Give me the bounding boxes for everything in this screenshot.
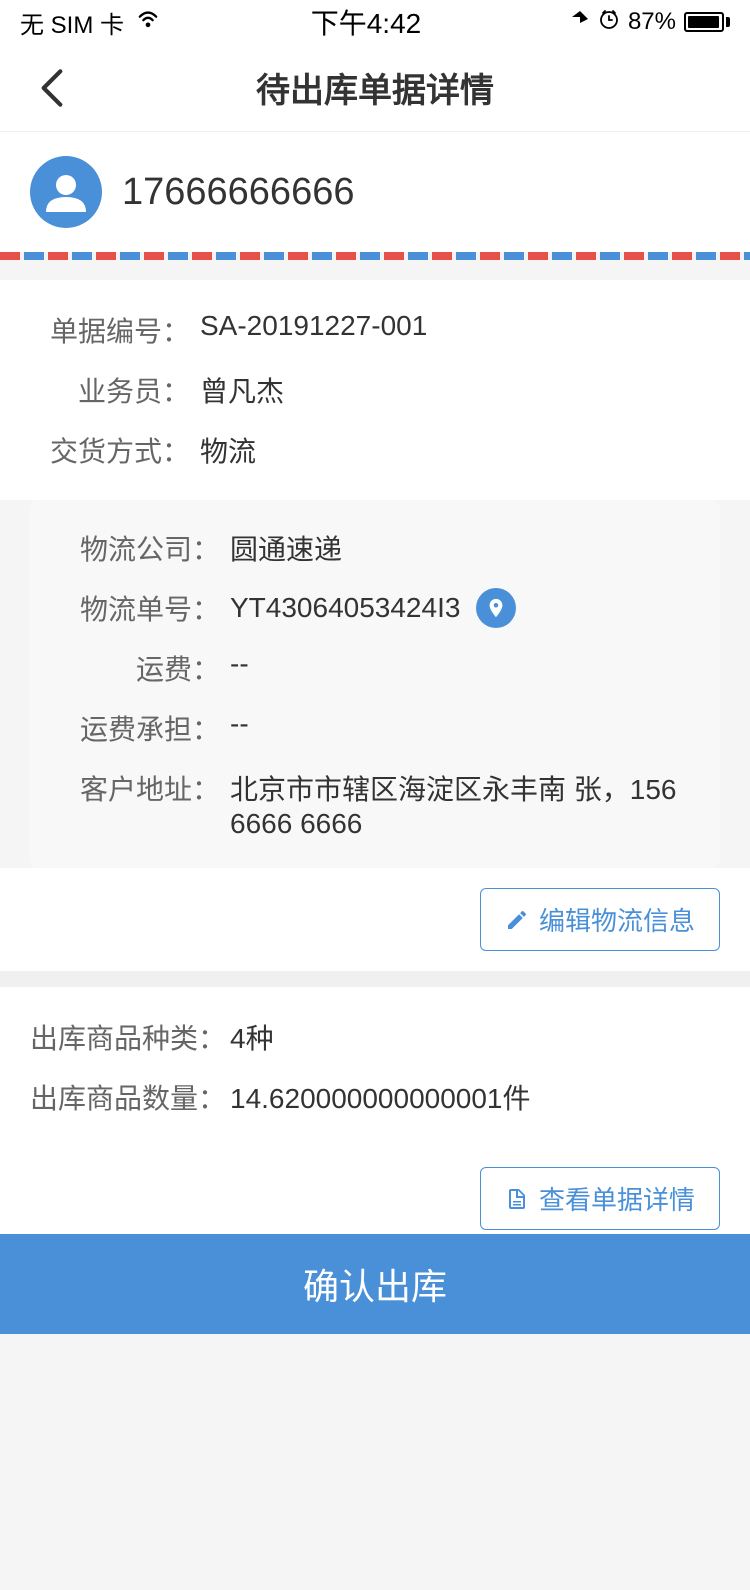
order-no-label: 单据编号： (30, 310, 190, 350)
logistics-company-label: 物流公司： (60, 528, 220, 568)
delivery-value: 物流 (200, 430, 720, 470)
battery-percent: 87% (628, 8, 676, 36)
customer-phone: 17666666666 (122, 171, 354, 214)
goods-quantity-value: 14.620000000000001件 (230, 1077, 531, 1117)
logistics-company-row: 物流公司： 圆通速递 (60, 528, 690, 568)
time-label: 下午4:42 (311, 2, 422, 42)
freight-label: 运费： (60, 648, 220, 688)
address-value: 北京市市辖区海淀区永丰南 张，156 6666 6666 (230, 768, 690, 840)
confirm-outbound-button[interactable]: 确认出库 (0, 1234, 750, 1334)
page-title: 待出库单据详情 (256, 63, 494, 112)
delivery-label: 交货方式： (30, 430, 190, 470)
status-right: 87% (570, 8, 730, 37)
salesman-value: 曾凡杰 (200, 370, 720, 410)
user-icon (41, 167, 91, 217)
location-icon[interactable] (476, 588, 516, 628)
battery-icon (684, 12, 730, 32)
freight-bearer-value: -- (230, 708, 690, 740)
logistics-card: 物流公司： 圆通速递 物流单号： YT43064053424I3 运费： -- … (30, 500, 720, 868)
status-left: 无 SIM 卡 (20, 5, 162, 40)
document-icon (505, 1187, 529, 1211)
salesman-row: 业务员： 曾凡杰 (30, 370, 720, 410)
tracking-value-row: YT43064053424I3 (230, 588, 690, 628)
salesman-label: 业务员： (30, 370, 190, 410)
freight-value: -- (230, 648, 690, 680)
edit-logistics-row: 编辑物流信息 (0, 868, 750, 971)
back-button[interactable] (30, 66, 74, 110)
customer-header: 17666666666 (0, 132, 750, 252)
freight-bearer-row: 运费承担： -- (60, 708, 690, 748)
nav-bar: 待出库单据详情 (0, 44, 750, 132)
goods-types-value: 4种 (230, 1017, 274, 1057)
gray-separator (0, 971, 750, 987)
freight-row: 运费： -- (60, 648, 690, 688)
edit-logistics-button[interactable]: 编辑物流信息 (480, 888, 720, 951)
status-bar: 无 SIM 卡 下午4:42 (0, 0, 750, 44)
view-detail-button[interactable]: 查看单据详情 (480, 1167, 720, 1230)
goods-types-label: 出库商品种类： (30, 1017, 230, 1057)
map-pin-icon (485, 597, 507, 619)
view-detail-label: 查看单据详情 (539, 1180, 695, 1217)
goods-quantity-label: 出库商品数量： (30, 1077, 230, 1117)
edit-icon (505, 908, 529, 932)
order-no-value: SA-20191227-001 (200, 310, 720, 342)
dashed-divider (0, 252, 750, 260)
goods-section: 出库商品种类： 4种 出库商品数量： 14.620000000000001件 (0, 987, 750, 1147)
goods-quantity-row: 出库商品数量： 14.620000000000001件 (30, 1077, 720, 1117)
avatar (30, 156, 102, 228)
tracking-label: 物流单号： (60, 588, 220, 628)
delivery-row: 交货方式： 物流 (30, 430, 720, 470)
address-label: 客户地址： (60, 768, 220, 808)
edit-logistics-label: 编辑物流信息 (539, 901, 695, 938)
wifi-icon (134, 8, 162, 36)
alarm-icon (598, 8, 620, 37)
order-no-row: 单据编号： SA-20191227-001 (30, 310, 720, 350)
carrier-label: 无 SIM 卡 (20, 5, 124, 40)
goods-types-row: 出库商品种类： 4种 (30, 1017, 720, 1057)
location-status-icon (570, 8, 590, 36)
tracking-row: 物流单号： YT43064053424I3 (60, 588, 690, 628)
address-row: 客户地址： 北京市市辖区海淀区永丰南 张，156 6666 6666 (60, 768, 690, 840)
logistics-company-value: 圆通速递 (230, 528, 690, 568)
freight-bearer-label: 运费承担： (60, 708, 220, 748)
confirm-outbound-label: 确认出库 (303, 1258, 447, 1310)
tracking-number: YT43064053424I3 (230, 592, 460, 624)
basic-info-section: 单据编号： SA-20191227-001 业务员： 曾凡杰 交货方式： 物流 (0, 280, 750, 500)
